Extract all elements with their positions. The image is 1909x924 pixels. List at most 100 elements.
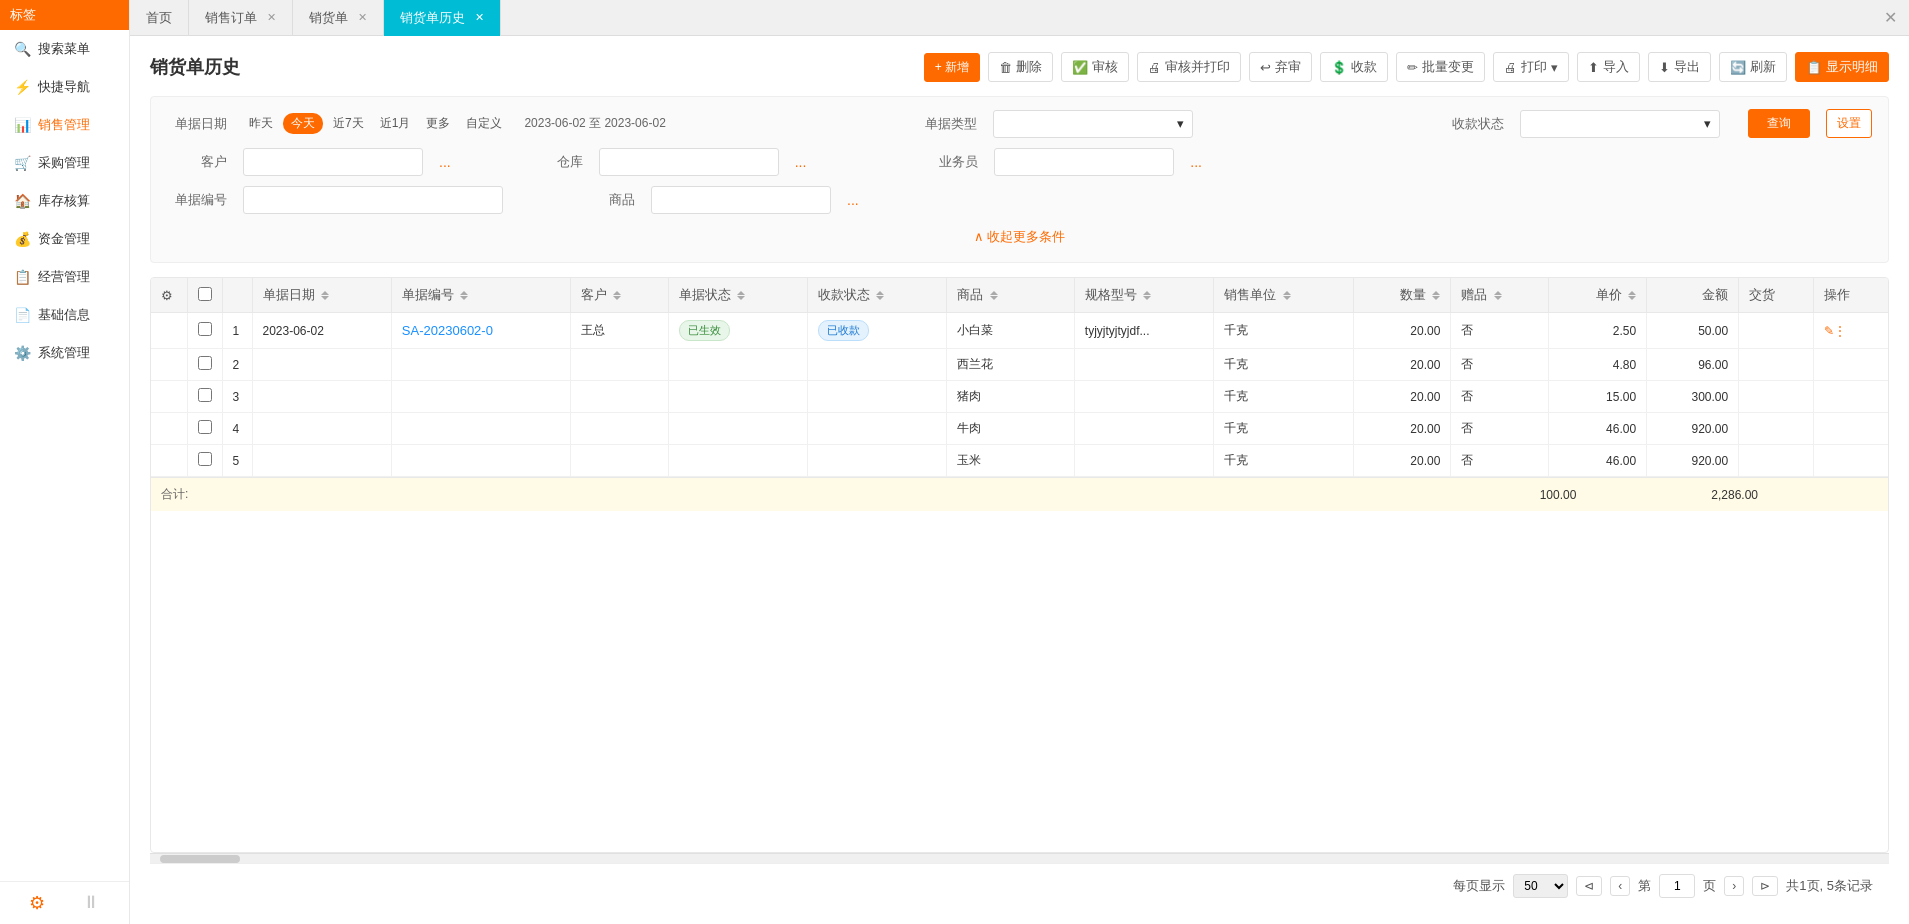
tab-home[interactable]: 首页 <box>130 0 189 36</box>
th-qty-sort[interactable] <box>1432 291 1440 300</box>
th-customer[interactable]: 客户 <box>570 278 668 313</box>
more-op[interactable]: ⋮ <box>1834 324 1846 338</box>
th-doc-status[interactable]: 单据状态 <box>668 278 807 313</box>
settings-gear-icon[interactable]: ⚙ <box>161 288 173 303</box>
row-checkbox[interactable] <box>198 322 212 336</box>
th-price[interactable]: 单价 <box>1549 278 1647 313</box>
date-btn-today[interactable]: 今天 <box>283 113 323 134</box>
display-button[interactable]: 📋 显示明细 <box>1795 52 1889 82</box>
row-checkbox[interactable] <box>198 452 212 466</box>
tab-sales-history-close[interactable]: ✕ <box>475 11 484 24</box>
tab-sales-delivery-close[interactable]: ✕ <box>358 11 367 24</box>
audit-print-button[interactable]: 🖨 审核并打印 <box>1137 52 1241 82</box>
td-checkbox[interactable] <box>187 445 222 477</box>
tab-sales-delivery[interactable]: 销货单 ✕ <box>293 0 384 36</box>
th-doc-status-sort[interactable] <box>737 291 745 300</box>
new-button[interactable]: + 新增 <box>924 53 980 82</box>
td-settings <box>151 313 187 349</box>
delete-button[interactable]: 🗑 删除 <box>988 52 1053 82</box>
settings-filter-button[interactable]: 设置 <box>1826 109 1872 138</box>
tab-sales-order[interactable]: 销售订单 ✕ <box>189 0 293 36</box>
date-btn-custom[interactable]: 自定义 <box>460 113 508 134</box>
export-button[interactable]: ⬇ 导出 <box>1648 52 1711 82</box>
th-settings[interactable]: ⚙ <box>151 278 187 313</box>
next-page-button[interactable]: › <box>1724 876 1744 896</box>
sidebar-item-basic-info[interactable]: 📄 基础信息 <box>0 296 129 334</box>
filter-collapse[interactable]: ∧ 收起更多条件 <box>167 224 1872 250</box>
collect-status-select[interactable]: ▾ <box>1520 110 1720 138</box>
last-page-button[interactable]: ⊳ <box>1752 876 1778 896</box>
td-checkbox[interactable] <box>187 381 222 413</box>
doc-type-select[interactable]: ▾ <box>993 110 1193 138</box>
th-doc-no-sort[interactable] <box>460 291 468 300</box>
batch-change-button[interactable]: ✏ 批量变更 <box>1396 52 1485 82</box>
sidebar-item-system[interactable]: ⚙️ 系统管理 <box>0 334 129 372</box>
select-all-checkbox[interactable] <box>198 287 212 301</box>
goods-dots[interactable]: ... <box>847 192 859 208</box>
date-btn-yesterday[interactable]: 昨天 <box>243 113 279 134</box>
doc-no-input[interactable] <box>243 186 503 214</box>
row-checkbox[interactable] <box>198 356 212 370</box>
date-btn-more[interactable]: 更多 <box>420 113 456 134</box>
th-unit-sort[interactable] <box>1283 291 1291 300</box>
th-unit[interactable]: 销售单位 <box>1214 278 1353 313</box>
sidebar-item-inventory[interactable]: 🏠 库存核算 <box>0 182 129 220</box>
sidebar-footer-icon1[interactable]: ⚙ <box>29 892 45 914</box>
doc-no-link[interactable]: SA-20230602-0 <box>402 323 493 338</box>
td-gift: 否 <box>1451 381 1549 413</box>
customer-input[interactable] <box>243 148 423 176</box>
warehouse-input[interactable] <box>599 148 779 176</box>
collect-button[interactable]: 💲 收款 <box>1320 52 1388 82</box>
th-collect-status[interactable]: 收款状态 <box>807 278 946 313</box>
sidebar-item-finance[interactable]: 💰 资金管理 <box>0 220 129 258</box>
th-collect-status-sort[interactable] <box>876 291 884 300</box>
horizontal-scrollbar[interactable] <box>150 853 1889 863</box>
sidebar-item-sales[interactable]: 📊 销售管理 <box>0 106 129 144</box>
sidebar-footer-icon2[interactable]: ⏸ <box>82 892 100 914</box>
th-price-sort[interactable] <box>1628 291 1636 300</box>
edit-op[interactable]: ✎ <box>1824 324 1834 338</box>
td-checkbox[interactable] <box>187 349 222 381</box>
sidebar-item-purchase[interactable]: 🛒 采购管理 <box>0 144 129 182</box>
th-gift[interactable]: 赠品 <box>1451 278 1549 313</box>
th-qty[interactable]: 数量 <box>1353 278 1451 313</box>
per-page-select[interactable]: 50 100 200 <box>1513 874 1568 898</box>
tab-sales-order-close[interactable]: ✕ <box>267 11 276 24</box>
abandon-button[interactable]: ↩ 弃审 <box>1249 52 1312 82</box>
th-doc-date[interactable]: 单据日期 <box>252 278 391 313</box>
prev-page-button[interactable]: ‹ <box>1610 876 1630 896</box>
customer-dots[interactable]: ... <box>439 154 451 170</box>
date-btn-1month[interactable]: 近1月 <box>374 113 417 134</box>
tab-sales-history[interactable]: 销货单历史 ✕ <box>384 0 501 36</box>
sidebar-item-quick-nav[interactable]: ⚡ 快捷导航 <box>0 68 129 106</box>
tab-bar-close-button[interactable]: ✕ <box>1872 8 1909 27</box>
scrollbar-thumb[interactable] <box>160 855 240 863</box>
th-goods-sort[interactable] <box>990 291 998 300</box>
row-checkbox[interactable] <box>198 420 212 434</box>
refresh-button[interactable]: 🔄 刷新 <box>1719 52 1787 82</box>
import-button[interactable]: ⬆ 导入 <box>1577 52 1640 82</box>
th-spec-sort[interactable] <box>1143 291 1151 300</box>
audit-button[interactable]: ✅ 审核 <box>1061 52 1129 82</box>
first-page-button[interactable]: ⊲ <box>1576 876 1602 896</box>
sidebar-item-search-menu[interactable]: 🔍 搜索菜单 <box>0 30 129 68</box>
th-gift-sort[interactable] <box>1494 291 1502 300</box>
current-page-input[interactable] <box>1659 874 1695 898</box>
row-checkbox[interactable] <box>198 388 212 402</box>
th-checkbox[interactable] <box>187 278 222 313</box>
date-btn-7days[interactable]: 近7天 <box>327 113 370 134</box>
th-doc-date-sort[interactable] <box>321 291 329 300</box>
salesman-dots[interactable]: ... <box>1190 154 1202 170</box>
sidebar-item-operations[interactable]: 📋 经营管理 <box>0 258 129 296</box>
goods-input[interactable] <box>651 186 831 214</box>
print-button[interactable]: 🖨 打印 ▾ <box>1493 52 1569 82</box>
th-goods[interactable]: 商品 <box>947 278 1075 313</box>
td-checkbox[interactable] <box>187 413 222 445</box>
th-doc-no[interactable]: 单据编号 <box>391 278 570 313</box>
td-checkbox[interactable] <box>187 313 222 349</box>
th-spec[interactable]: 规格型号 <box>1074 278 1213 313</box>
salesman-input[interactable] <box>994 148 1174 176</box>
th-customer-sort[interactable] <box>613 291 621 300</box>
warehouse-dots[interactable]: ... <box>795 154 807 170</box>
query-button[interactable]: 查询 <box>1748 109 1810 138</box>
